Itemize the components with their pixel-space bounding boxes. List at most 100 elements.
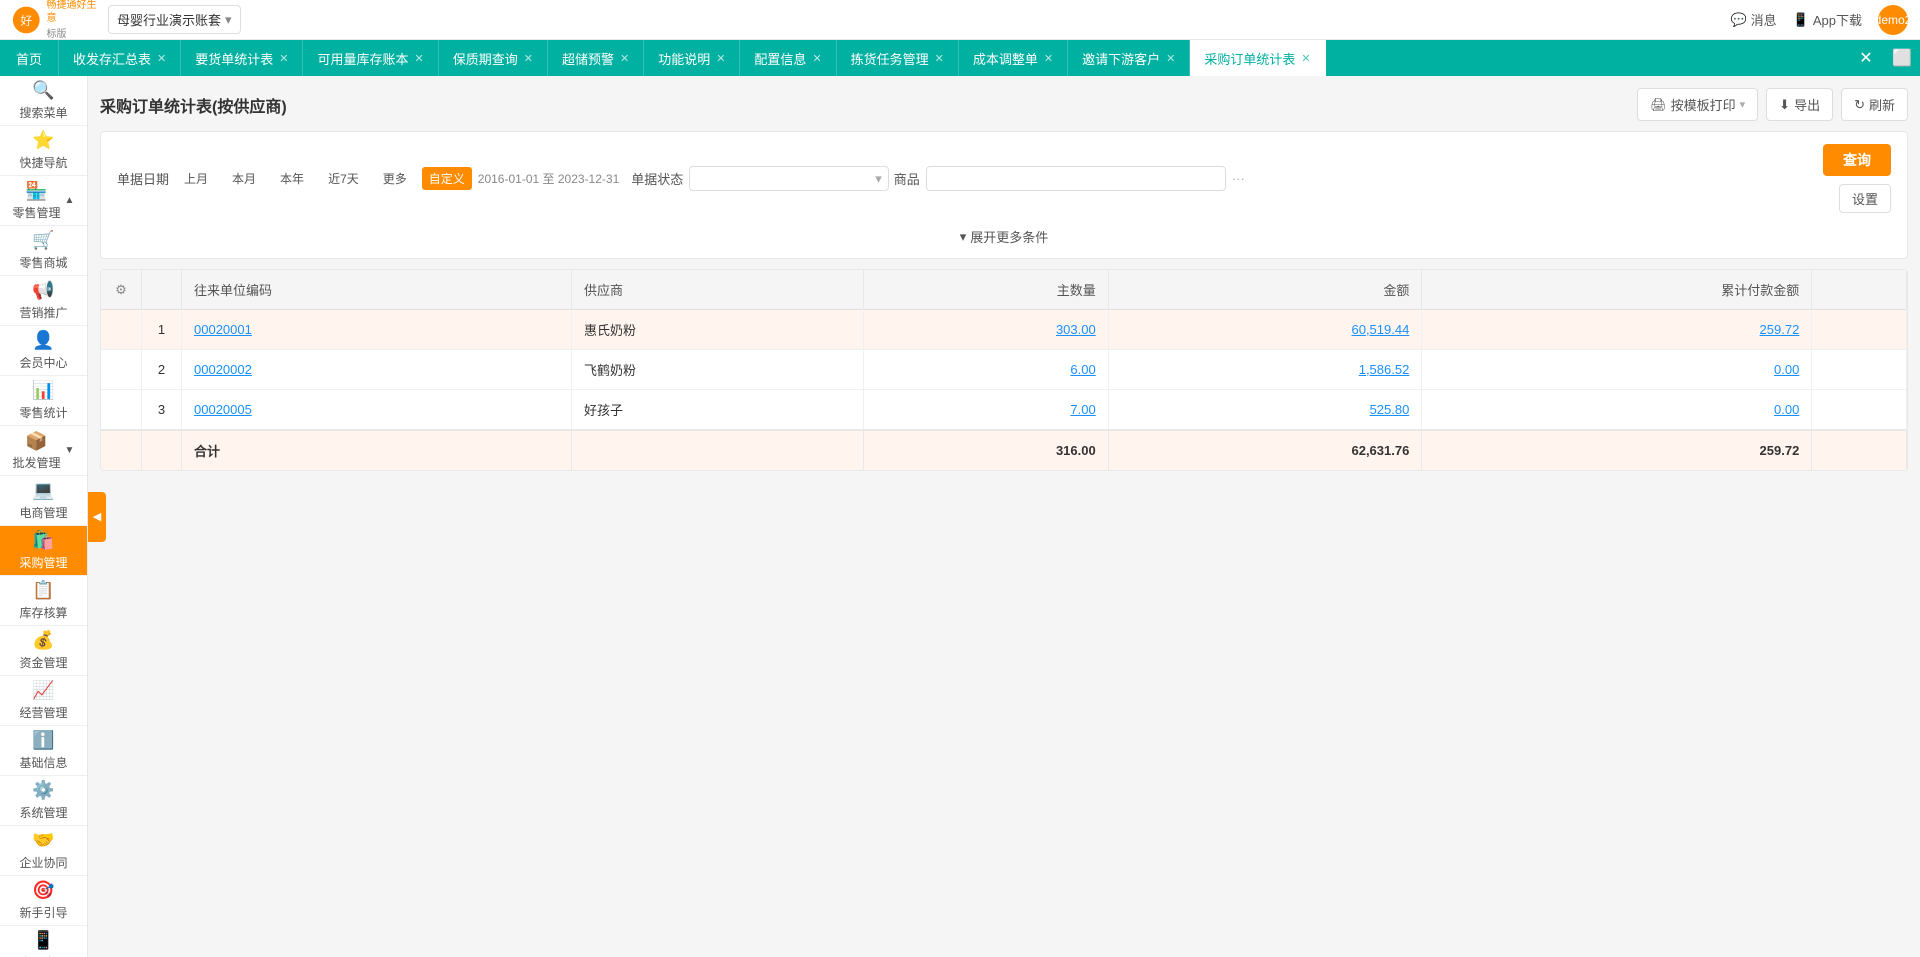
maximize-btn[interactable]: ⬜ [1884,40,1920,76]
filter-row-1: 单据日期 上月 本月 本年 近7天 更多 自定义 2016-01-01 至 20… [117,144,1891,213]
sidebar-item-enterprise-collab[interactable]: 🤝 企业协同 [0,826,87,876]
supplier-code-link[interactable]: 00020005 [194,402,252,417]
amount-link[interactable]: 525.80 [1370,402,1410,417]
this-month-btn[interactable]: 本月 [223,167,265,190]
app-download-btn[interactable]: 📱 App下载 [1793,10,1862,29]
user-avatar-area[interactable]: demo2 [1878,5,1908,35]
workspace-dropdown-icon: ▾ [225,12,232,28]
amount-link[interactable]: 1,586.52 [1359,362,1410,377]
close-tab-receive-summary[interactable]: ✕ [157,52,166,65]
quantity-link[interactable]: 6.00 [1070,362,1095,377]
close-tab-purchase-order-summary[interactable]: ✕ [1301,52,1310,65]
last-month-btn[interactable]: 上月 [175,167,217,190]
supplier-code-link[interactable]: 00020002 [194,362,252,377]
tab-warranty-query[interactable]: 保质期查询 ✕ [439,40,548,76]
sidebar-item-ecommerce[interactable]: 💻 电商管理 [0,476,87,526]
nav-tabs: 首页 收发存汇总表 ✕ 要货单统计表 ✕ 可用量库存账本 ✕ 保质期查询 ✕ 超… [0,40,1920,76]
expand-conditions-btn[interactable]: ▾ 展开更多条件 [960,227,1049,246]
workspace-label: 母婴行业演示账套 [117,10,221,29]
sidebar-item-finance[interactable]: 💰 资金管理 [0,626,87,676]
sidebar-item-basic-info[interactable]: ℹ️ 基础信息 [0,726,87,776]
tab-config-info[interactable]: 配置信息 ✕ [740,40,836,76]
sidebar-item-retail-store[interactable]: 🛒 零售商城 [0,226,87,276]
close-tab-overstock-warning[interactable]: ✕ [620,52,629,65]
tab-overstock-warning[interactable]: 超储预警 ✕ [548,40,644,76]
query-btn[interactable]: 查询 [1823,144,1891,176]
cell-supplier-code: 00020005 [182,390,572,431]
sidebar-item-marketing[interactable]: 📢 营销推广 [0,276,87,326]
settings-btn[interactable]: 设置 [1839,184,1891,213]
th-amount: 金额 [1108,270,1422,310]
custom-date-btn[interactable]: 自定义 [422,167,472,190]
export-btn[interactable]: ⬇ 导出 [1766,88,1833,121]
tab-receive-summary[interactable]: 收发存汇总表 ✕ [59,40,181,76]
content-area: 采购订单统计表(按供应商) 🖨 按模板打印 ▾ ⬇ 导出 ↻ 刷新 [88,76,1920,957]
quantity-link[interactable]: 303.00 [1056,322,1096,337]
close-all-tabs-btn[interactable]: ✕ [1848,40,1884,76]
last-7-days-btn[interactable]: 近7天 [319,167,368,190]
sidebar-item-purchase-management[interactable]: 🛍️ 采购管理 [0,526,87,576]
sidebar-item-operations[interactable]: 📈 经营管理 [0,676,87,726]
close-tab-invite-downstream[interactable]: ✕ [1166,52,1175,65]
template-print-btn[interactable]: 🖨 按模板打印 ▾ [1637,88,1758,121]
this-year-btn[interactable]: 本年 [271,167,313,190]
cell-settings [101,310,142,350]
goods-input[interactable] [926,166,1226,191]
more-date-btn[interactable]: 更多 [374,167,416,190]
sidebar-item-quick-nav[interactable]: ⭐ 快捷导航 [0,126,87,176]
workspace-selector[interactable]: 母婴行业演示账套 ▾ [108,5,241,34]
purchase-management-icon: 🛍️ [32,530,54,551]
tab-invite-downstream[interactable]: 邀请下游客户 ✕ [1068,40,1190,76]
quick-nav-icon: ⭐ [32,130,54,151]
column-settings-icon[interactable]: ⚙ [113,282,129,298]
close-tab-function-desc[interactable]: ✕ [716,52,725,65]
ecommerce-icon: 💻 [32,480,54,501]
sidebar-item-new-guide[interactable]: 🎯 新手引导 [0,876,87,926]
quantity-link[interactable]: 7.00 [1070,402,1095,417]
tab-purchase-order-summary[interactable]: 采购订单统计表 ✕ [1190,40,1325,76]
date-label: 单据日期 [117,169,169,188]
cell-index: 3 [142,390,182,431]
wholesale-icon: 📦 [25,431,47,452]
finance-icon: 💰 [32,630,54,651]
main-layout: 🔍 搜索菜单 ⭐ 快捷导航 🏪 零售管理 ▲ 🛒 零售商城 📢 营销推广 [0,76,1920,957]
close-tab-warranty-query[interactable]: ✕ [524,52,533,65]
tab-function-desc[interactable]: 功能说明 ✕ [644,40,740,76]
tab-goods-summary[interactable]: 要货单统计表 ✕ [181,40,303,76]
paid-amount-link[interactable]: 259.72 [1760,322,1800,337]
message-btn[interactable]: 💬 消息 [1730,10,1776,29]
sidebar-item-inventory-check[interactable]: 📋 库存核算 [0,576,87,626]
close-tab-goods-summary[interactable]: ✕ [279,52,288,65]
sidebar-item-app-center[interactable]: 📱 应用中心 [0,926,87,957]
sidebar-item-wholesale-management[interactable]: 📦 批发管理 ▼ [0,426,87,476]
page-title: 采购订单统计表(按供应商) [100,93,287,117]
paid-amount-link[interactable]: 0.00 [1774,362,1799,377]
sidebar-item-system[interactable]: ⚙️ 系统管理 [0,776,87,826]
sidebar-item-search[interactable]: 🔍 搜索菜单 [0,76,87,126]
supplier-code-link[interactable]: 00020001 [194,322,252,337]
cell-index: 1 [142,310,182,350]
close-tab-pick-task[interactable]: ✕ [935,52,944,65]
goods-more-icon[interactable]: ··· [1232,171,1245,186]
tab-cost-adjust[interactable]: 成本调整单 ✕ [959,40,1068,76]
tab-pick-task[interactable]: 拣货任务管理 ✕ [837,40,959,76]
cell-quantity: 7.00 [863,390,1108,431]
close-tab-config-info[interactable]: ✕ [812,52,821,65]
goods-filter-group: 商品 ··· [894,166,1245,191]
sidebar-toggle-btn[interactable]: ◀ [88,492,106,542]
tab-home[interactable]: 首页 [0,40,59,76]
logo-area: 好 畅捷通好生意 标版 [12,0,100,40]
paid-amount-link[interactable]: 0.00 [1774,402,1799,417]
amount-link[interactable]: 60,519.44 [1351,322,1409,337]
tab-available-stock[interactable]: 可用量库存账本 ✕ [303,40,438,76]
sidebar-item-member-center[interactable]: 👤 会员中心 [0,326,87,376]
filter-right-actions: 查询 设置 [1823,144,1891,213]
close-tab-cost-adjust[interactable]: ✕ [1044,52,1053,65]
sidebar: 🔍 搜索菜单 ⭐ 快捷导航 🏪 零售管理 ▲ 🛒 零售商城 📢 营销推广 [0,76,88,957]
sidebar-item-retail-stats[interactable]: 📊 零售统计 [0,376,87,426]
cell-amount: 60,519.44 [1108,310,1422,350]
sidebar-item-retail-management[interactable]: 🏪 零售管理 ▲ [0,176,87,226]
refresh-btn[interactable]: ↻ 刷新 [1841,88,1908,121]
close-tab-available-stock[interactable]: ✕ [415,52,424,65]
status-select[interactable] [689,166,889,191]
